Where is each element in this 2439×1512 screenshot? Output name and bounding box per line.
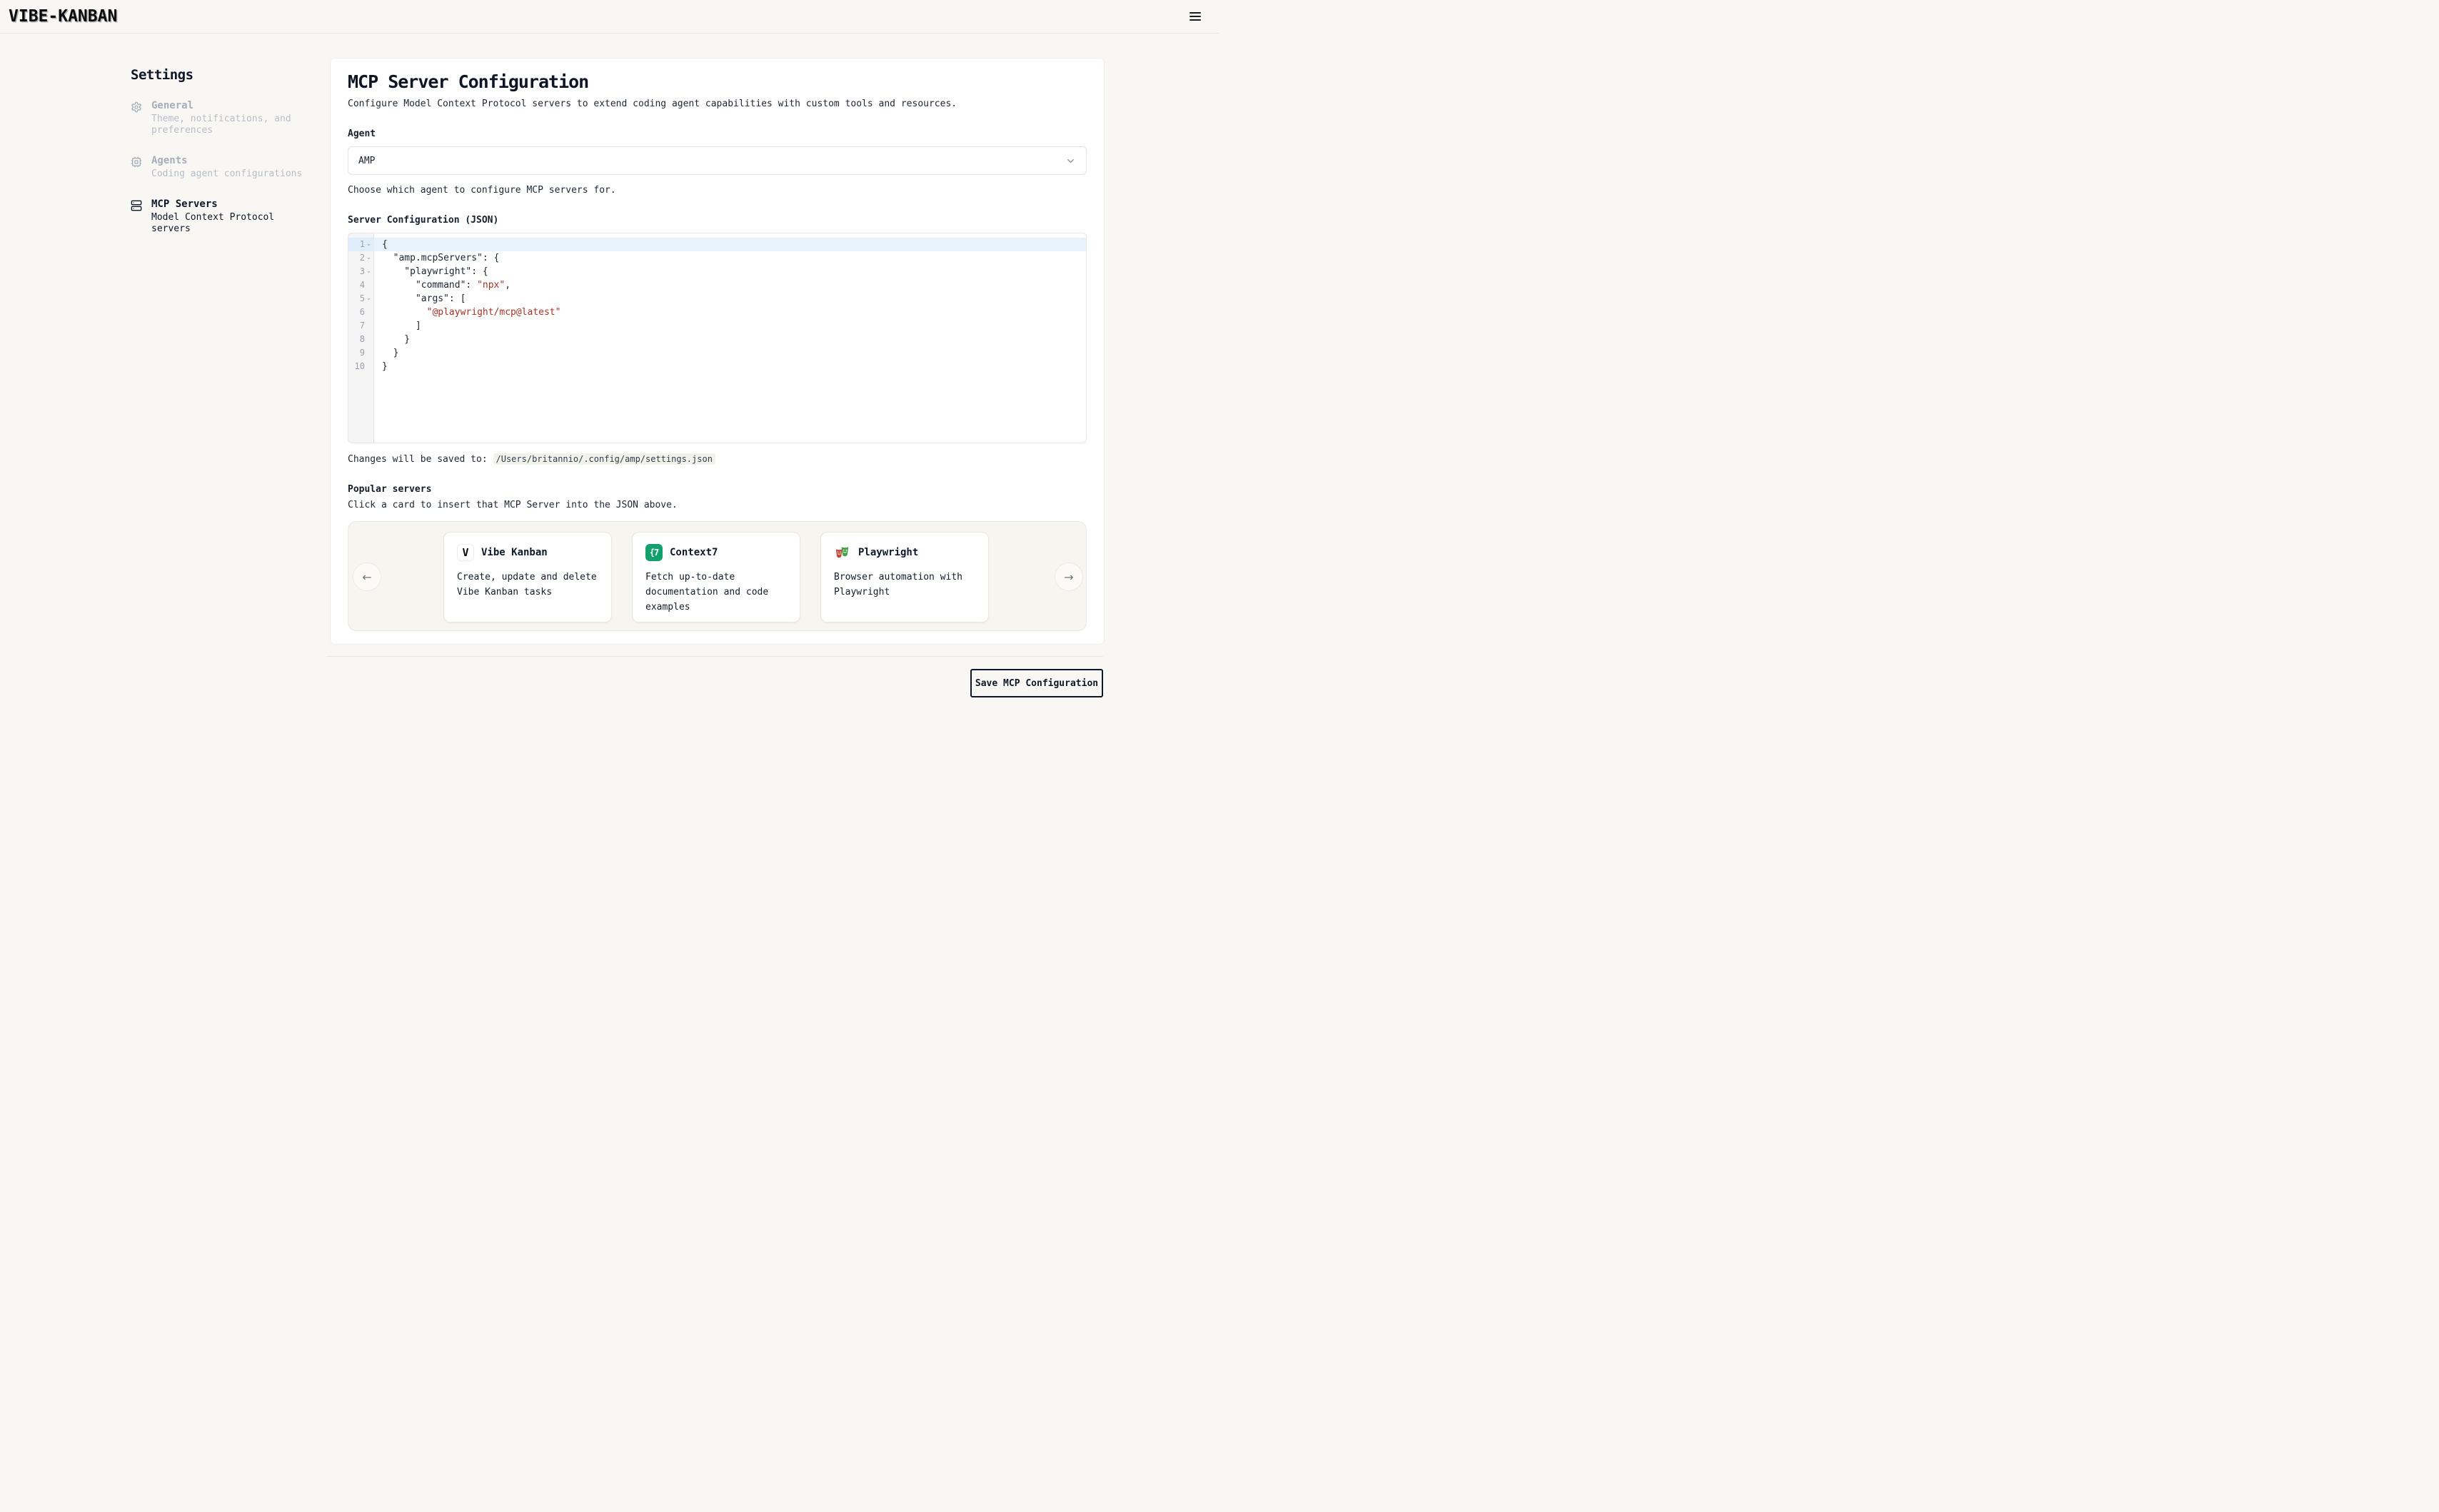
server-card-name: Vibe Kanban [481, 547, 548, 558]
mcp-configuration-panel: MCP Server Configuration Configure Model… [330, 58, 1105, 645]
code-line-content: ] [382, 321, 421, 331]
fold-chevron-icon[interactable]: ⌄ [366, 265, 372, 278]
sidebar-item-mcp-servers[interactable]: MCP Servers Model Context Protocol serve… [131, 198, 316, 235]
app-logo[interactable]: VIBE-KANBAN [9, 7, 117, 26]
page-title: MCP Server Configuration [348, 71, 589, 92]
sidebar-item-description: Coding agent configurations [151, 168, 303, 179]
settings-sidebar: Settings General Theme, notifications, a… [131, 58, 316, 253]
vibe-kanban-logo: V [457, 544, 474, 561]
line-number: 8 [359, 334, 365, 344]
editor-rows: 1 ⌄{2 ⌄ "amp.mcpServers": {3 ⌄ "playwright"… [348, 233, 1086, 373]
line-number: 7 [359, 321, 365, 331]
code-line-content: { [374, 238, 1086, 251]
editor-field-label: Server Configuration (JSON) [348, 215, 499, 226]
arrow-right-icon: → [1064, 570, 1074, 584]
server-card-description: Create, update and delete Vibe Kanban ta… [457, 572, 597, 598]
editor-line[interactable]: 5 ⌄ "args": [ [348, 292, 1086, 306]
popular-servers-title: Popular servers [348, 484, 432, 495]
sidebar-title: Settings [131, 67, 193, 83]
hamburger-menu-icon[interactable] [1190, 12, 1201, 21]
code-line-content: "command": "npx", [382, 280, 511, 291]
server-icon [131, 200, 142, 211]
server-card-description: Browser automation with Playwright [834, 572, 963, 598]
carousel-next-button[interactable]: → [1055, 563, 1083, 591]
server-card-name: Playwright [858, 547, 919, 558]
editor-line[interactable]: 6 "@playwright/mcp@latest" [348, 306, 1086, 319]
server-card-name: Context7 [670, 547, 718, 558]
editor-line[interactable]: 3 ⌄ "playwright": { [348, 265, 1086, 278]
save-mcp-configuration-button[interactable]: Save MCP Configuration [970, 669, 1103, 697]
gear-icon [131, 101, 142, 113]
sidebar-item-description: Model Context Protocol servers [151, 212, 275, 234]
content-wrapper: Settings General Theme, notifications, a… [0, 34, 1220, 645]
page-subtitle: Configure Model Context Protocol servers… [348, 99, 957, 109]
code-line-content: } [382, 361, 388, 372]
agent-help-text: Choose which agent to configure MCP serv… [348, 185, 616, 196]
editor-line[interactable]: 10} [348, 360, 1086, 373]
editor-line[interactable]: 2 ⌄ "amp.mcpServers": { [348, 251, 1086, 265]
save-location-prefix: Changes will be saved to: [348, 454, 488, 465]
carousel-prev-button[interactable]: ← [353, 563, 381, 591]
context7-logo: {7 [645, 544, 663, 561]
sidebar-item-label: MCP Servers [151, 198, 218, 210]
server-cards: V Vibe Kanban Create, update and delete … [443, 532, 989, 623]
code-line-content: "amp.mcpServers": { [382, 253, 500, 263]
top-bar: VIBE-KANBAN [0, 0, 1220, 34]
editor-line[interactable]: 1 ⌄{ [348, 238, 1086, 251]
popular-servers-subtitle: Click a card to insert that MCP Server i… [348, 500, 678, 510]
server-card-vibe-kanban[interactable]: V Vibe Kanban Create, update and delete … [443, 532, 612, 623]
agent-select[interactable]: AMP [348, 146, 1087, 175]
code-line-content: } [382, 334, 411, 345]
popular-servers-carousel: ← V Vibe Kanban Create, update and delet… [348, 521, 1087, 631]
agent-select-value: AMP [358, 155, 376, 166]
line-number: 1 ⌄ [348, 238, 374, 251]
editor-line[interactable]: 7 ] [348, 319, 1086, 333]
sidebar-item-general[interactable]: General Theme, notifications, and prefer… [131, 100, 316, 136]
sidebar-item-label: Agents [151, 155, 188, 166]
editor-line[interactable]: 9 } [348, 346, 1086, 360]
footer-actions: Save MCP Configuration [326, 669, 1103, 697]
fold-chevron-icon[interactable]: ⌄ [366, 292, 372, 306]
json-code-editor[interactable]: 1 ⌄{2 ⌄ "amp.mcpServers": {3 ⌄ "playwright"… [348, 233, 1087, 443]
editor-line[interactable]: 4 "command": "npx", [348, 278, 1086, 292]
chevron-down-icon [1065, 156, 1076, 166]
cpu-icon [131, 156, 142, 168]
editor-line[interactable]: 8 } [348, 333, 1086, 346]
fold-chevron-icon[interactable]: ⌄ [366, 238, 372, 251]
line-number: 4 [359, 280, 365, 290]
fold-chevron-icon[interactable]: ⌄ [366, 251, 372, 265]
line-number: 5 ⌄ [348, 292, 374, 306]
arrow-left-icon: ← [362, 570, 372, 584]
code-line-content: "playwright": { [382, 266, 488, 277]
line-number: 2 ⌄ [348, 251, 374, 265]
sidebar-item-label: General [151, 100, 194, 111]
line-number: 3 ⌄ [348, 265, 374, 278]
server-card-context7[interactable]: {7 Context7 Fetch up-to-date documentati… [632, 532, 800, 623]
code-line-content: "@playwright/mcp@latest" [426, 307, 561, 318]
footer-divider [326, 656, 1103, 657]
code-line-content: "args": [ [382, 293, 466, 304]
line-number: 6 [359, 307, 365, 317]
server-card-description: Fetch up-to-date documentation and code … [645, 572, 769, 613]
sidebar-item-agents[interactable]: Agents Coding agent configurations [131, 155, 316, 180]
playwright-masks-logo [834, 544, 851, 561]
save-location-path: /Users/britannio/.config/amp/settings.js… [493, 453, 715, 465]
line-number: 10 [354, 361, 365, 371]
save-location-note: Changes will be saved to: /Users/britann… [348, 453, 1087, 465]
sidebar-item-description: Theme, notifications, and preferences [151, 114, 291, 136]
line-number: 9 [359, 348, 365, 358]
code-line-content: } [382, 348, 399, 358]
server-card-playwright[interactable]: Playwright Browser automation with Playw… [820, 532, 989, 623]
agent-field-label: Agent [348, 128, 376, 139]
